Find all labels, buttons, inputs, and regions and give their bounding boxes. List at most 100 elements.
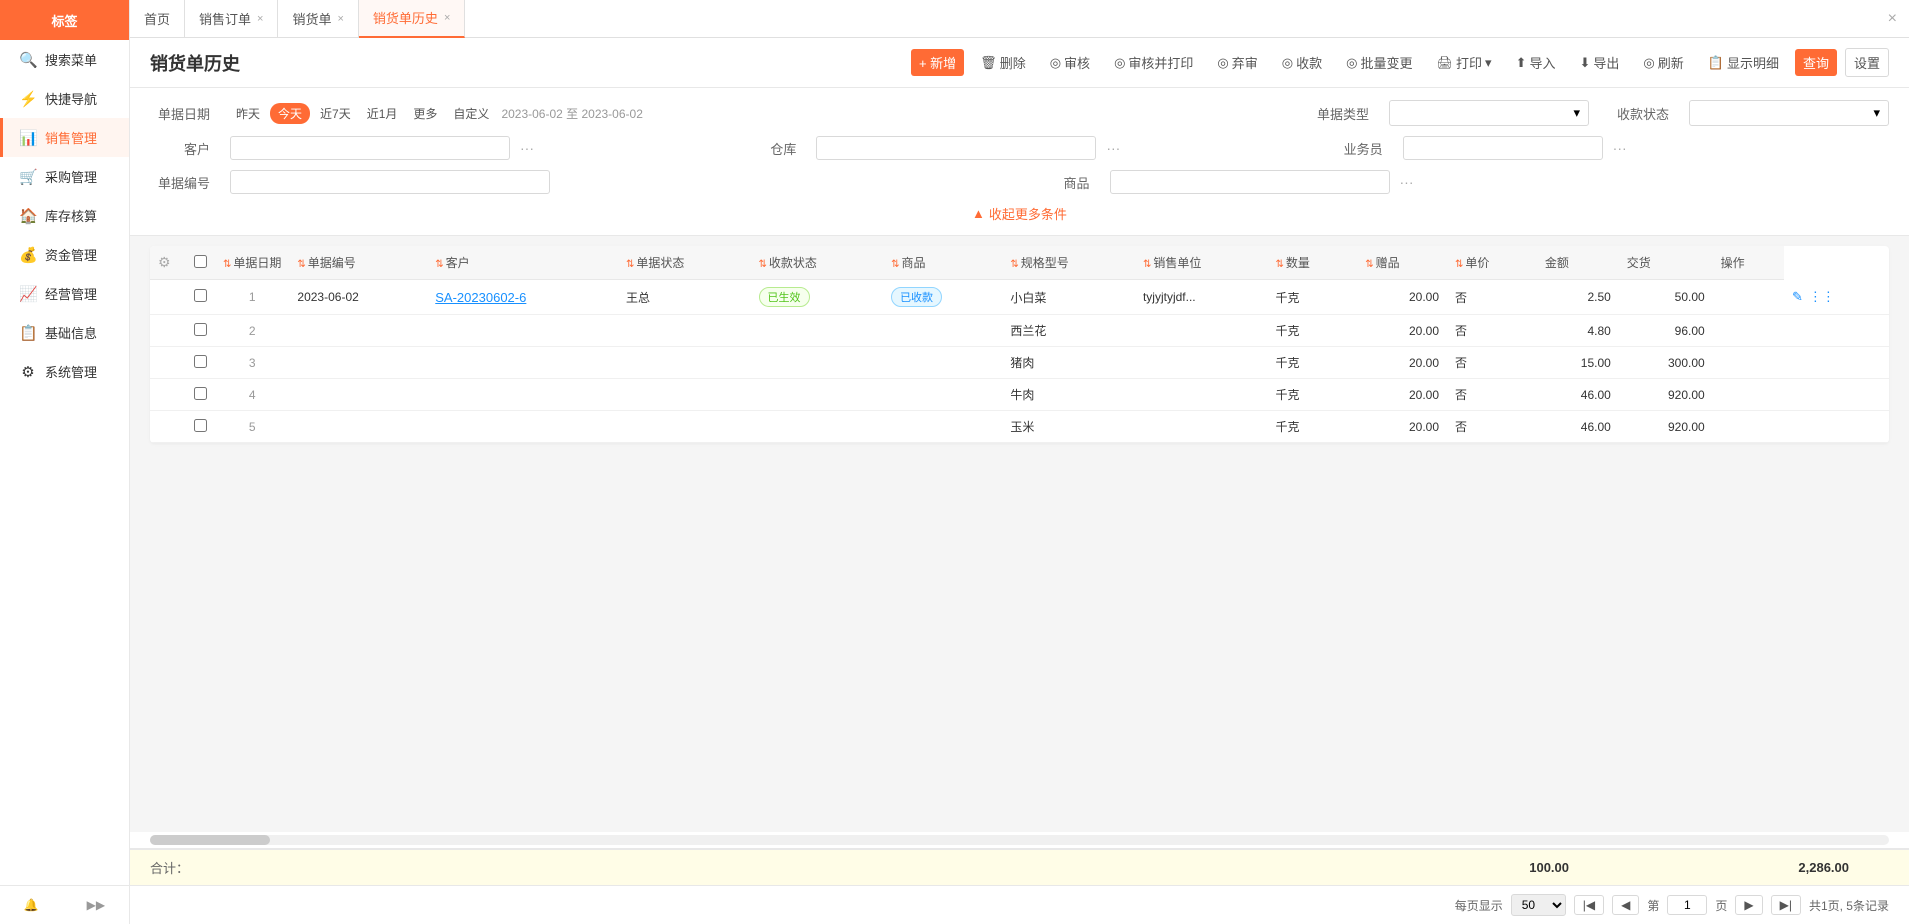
- payment-status-filter[interactable]: ▾: [1689, 100, 1889, 126]
- date-btn-1month[interactable]: 近1月: [361, 103, 404, 124]
- staff-dots[interactable]: ···: [1613, 140, 1627, 156]
- query-button[interactable]: 查询: [1795, 49, 1837, 76]
- col-check[interactable]: [186, 246, 215, 280]
- select-all-checkbox[interactable]: [194, 255, 207, 268]
- date-btn-today[interactable]: 今天: [270, 103, 310, 124]
- goods-dots[interactable]: ···: [1400, 174, 1414, 190]
- date-btn-custom[interactable]: 自定义: [447, 103, 495, 124]
- review-print-label: 审核并打印: [1128, 53, 1193, 72]
- goods-input[interactable]: [1110, 170, 1390, 194]
- row-checkbox[interactable]: [194, 289, 207, 302]
- date-btn-more[interactable]: 更多: [407, 103, 443, 124]
- print-button[interactable]: 🖨 打印 ▾: [1429, 49, 1500, 76]
- col-price[interactable]: ⇅单价: [1447, 246, 1537, 280]
- sidebar-item-quick-nav[interactable]: ⚡ 快捷导航: [0, 79, 129, 118]
- query-label: 查询: [1803, 53, 1829, 72]
- row-checkbox[interactable]: [194, 355, 207, 368]
- customer-input[interactable]: [230, 136, 510, 160]
- page-input[interactable]: [1667, 895, 1707, 915]
- sidebar-item-sales[interactable]: 📊 销售管理: [0, 118, 129, 157]
- column-settings-icon[interactable]: ⚙: [158, 254, 171, 270]
- show-details-button[interactable]: 📋 显示明细: [1700, 49, 1787, 76]
- date-filter-field: 昨天 今天 近7天 近1月 更多 自定义 2023-06-02 至 2023-0…: [230, 103, 1289, 124]
- sidebar-item-search[interactable]: 🔍 搜索菜单: [0, 40, 129, 79]
- horizontal-scrollbar[interactable]: [130, 832, 1909, 848]
- col-check-cell[interactable]: [186, 347, 215, 379]
- col-goods[interactable]: ⇅商品: [883, 246, 1002, 280]
- row-checkbox[interactable]: [194, 419, 207, 432]
- delete-button[interactable]: 🗑 删除: [972, 49, 1034, 76]
- sidebar-item-label: 系统管理: [45, 362, 97, 381]
- per-page-select[interactable]: 50 100 200: [1511, 894, 1566, 916]
- col-doc-no[interactable]: ⇅单据编号: [289, 246, 427, 280]
- prev-page-btn[interactable]: ◀: [1612, 895, 1639, 915]
- col-doc-status[interactable]: ⇅单据状态: [618, 246, 751, 280]
- col-unit[interactable]: ⇅销售单位: [1135, 246, 1268, 280]
- customer-cell: [618, 315, 751, 347]
- col-date[interactable]: ⇅单据日期: [215, 246, 289, 280]
- warehouse-input[interactable]: [816, 136, 1096, 160]
- col-payment-status[interactable]: ⇅收款状态: [751, 246, 884, 280]
- tab-sales-delivery-close[interactable]: ×: [337, 13, 343, 25]
- price-cell: 46.00: [1537, 379, 1619, 411]
- collect-button[interactable]: ◎ 收款: [1274, 49, 1330, 76]
- export-button[interactable]: ⬇ 导出: [1571, 49, 1627, 76]
- tab-sales-history[interactable]: 销货单历史 ×: [359, 0, 465, 38]
- tabs-close-all[interactable]: ×: [1876, 10, 1909, 28]
- warehouse-dots[interactable]: ···: [1106, 140, 1120, 156]
- sidebar-item-purchase[interactable]: 🛒 采购管理: [0, 157, 129, 196]
- export-icon: ⬇: [1579, 55, 1590, 71]
- sidebar-item-inventory[interactable]: 🏠 库存核算: [0, 196, 129, 235]
- tab-home[interactable]: 首页: [130, 0, 185, 38]
- edit-action[interactable]: ✎: [1792, 289, 1803, 304]
- col-qty[interactable]: ⇅数量: [1267, 246, 1357, 280]
- payment-status-cell: 已收款: [883, 280, 1002, 315]
- sidebar-item-finance[interactable]: 💰 资金管理: [0, 235, 129, 274]
- col-check-cell[interactable]: [186, 280, 215, 315]
- col-customer[interactable]: ⇅客户: [427, 246, 618, 280]
- tab-sales-delivery[interactable]: 销货单 ×: [278, 0, 358, 38]
- refresh-button[interactable]: ◎ 刷新: [1635, 49, 1691, 76]
- doc-no-input[interactable]: [230, 170, 550, 194]
- col-check-cell[interactable]: [186, 379, 215, 411]
- tab-sales-history-close[interactable]: ×: [444, 12, 450, 24]
- sidebar-collapse-btn[interactable]: ▶▶: [79, 894, 113, 916]
- unit-cell: 千克: [1267, 347, 1357, 379]
- col-settings[interactable]: ⚙: [150, 246, 186, 280]
- date-btn-7days[interactable]: 近7天: [314, 103, 357, 124]
- payment-status-arrow: ▾: [1873, 105, 1880, 121]
- settings-button[interactable]: 设置: [1845, 48, 1889, 77]
- sidebar-item-operations[interactable]: 📈 经营管理: [0, 274, 129, 313]
- tab-sales-order-close[interactable]: ×: [257, 13, 263, 25]
- date-btn-yesterday[interactable]: 昨天: [230, 103, 266, 124]
- row-checkbox[interactable]: [194, 387, 207, 400]
- doc-no-link[interactable]: SA-20230602-6: [435, 290, 526, 305]
- more-action[interactable]: ⋮⋮: [1809, 289, 1835, 304]
- sidebar-item-system[interactable]: ⚙ 系统管理: [0, 352, 129, 391]
- next-page-btn[interactable]: ▶: [1735, 895, 1762, 915]
- new-button[interactable]: + 新增: [911, 49, 964, 76]
- total-pages-info: 共1页, 5条记录: [1809, 897, 1889, 914]
- type-filter[interactable]: ▾: [1389, 100, 1589, 126]
- customer-dots[interactable]: ···: [520, 140, 534, 156]
- col-gift[interactable]: ⇅赠品: [1357, 246, 1447, 280]
- print-label: 打印: [1456, 53, 1482, 72]
- review-button[interactable]: ◎ 审核: [1042, 49, 1098, 76]
- last-page-btn[interactable]: ▶|: [1771, 895, 1801, 915]
- review-print-button[interactable]: ◎ 审核并打印: [1106, 49, 1201, 76]
- col-check-cell[interactable]: [186, 411, 215, 443]
- goods-cell: 西兰花: [1002, 315, 1135, 347]
- col-check-cell[interactable]: [186, 315, 215, 347]
- batch-change-button[interactable]: ◎ 批量变更: [1338, 49, 1420, 76]
- col-spec[interactable]: ⇅规格型号: [1002, 246, 1135, 280]
- row-checkbox[interactable]: [194, 323, 207, 336]
- filter-area: 单据日期 昨天 今天 近7天 近1月 更多 自定义 2023-06-02 至 2…: [130, 88, 1909, 236]
- sidebar-item-basic-info[interactable]: 📋 基础信息: [0, 313, 129, 352]
- abandon-button[interactable]: ◎ 弃审: [1209, 49, 1265, 76]
- collapse-button[interactable]: ▲ 收起更多条件: [150, 204, 1889, 223]
- staff-input[interactable]: [1403, 136, 1603, 160]
- first-page-btn[interactable]: |◀: [1574, 895, 1604, 915]
- tab-sales-order[interactable]: 销售订单 ×: [185, 0, 278, 38]
- sidebar-notify-btn[interactable]: 🔔: [16, 894, 47, 916]
- import-button[interactable]: ⬆ 导入: [1508, 49, 1564, 76]
